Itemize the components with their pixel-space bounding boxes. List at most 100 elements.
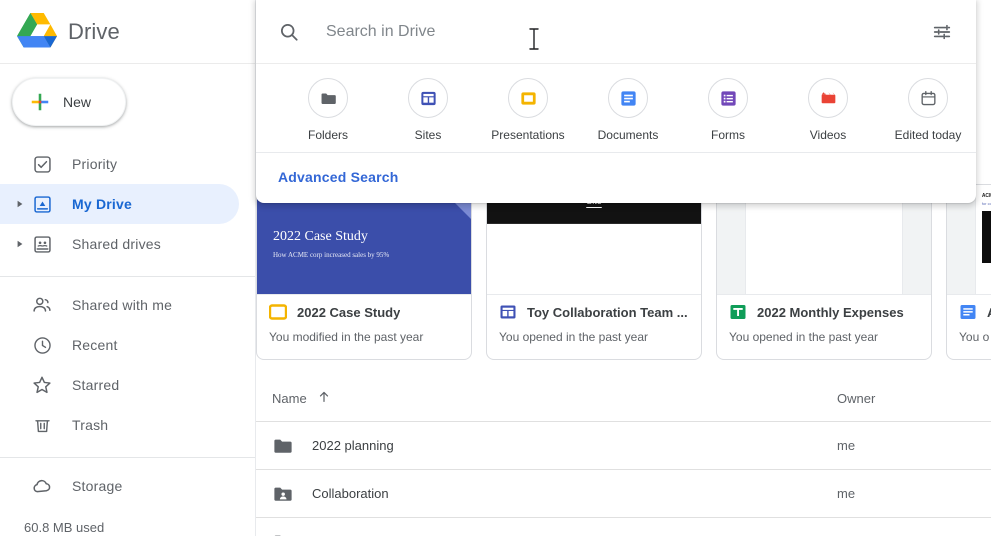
caret-placeholder bbox=[12, 144, 28, 184]
file-card[interactable]: 2022 Monthly Expenses You opened in the … bbox=[716, 184, 932, 360]
new-button[interactable]: New bbox=[12, 78, 126, 126]
search-filter-chips: Folders Sites bbox=[256, 64, 976, 152]
caret-placeholder bbox=[12, 405, 28, 445]
card-name-row: 2022 Case Study bbox=[269, 303, 459, 321]
sidebar-item-label: Shared drives bbox=[72, 236, 161, 252]
table-row[interactable]: Collaboration me bbox=[256, 470, 991, 518]
search-dropdown-panel: Folders Sites bbox=[256, 0, 976, 203]
sidebar-divider-2 bbox=[0, 457, 255, 458]
advanced-search-section: Advanced Search bbox=[256, 152, 976, 203]
brand-header[interactable]: Drive bbox=[0, 0, 255, 64]
sidebar-item-shared-with-me[interactable]: Shared with me bbox=[0, 285, 239, 325]
search-chip-label: Forms bbox=[711, 128, 745, 142]
search-chip-label: Folders bbox=[308, 128, 348, 142]
clock-icon bbox=[30, 325, 54, 365]
sidebar-item-label: Trash bbox=[72, 417, 108, 433]
shared-folder-icon bbox=[272, 483, 294, 505]
sidebar-item-label: Storage bbox=[72, 478, 122, 494]
column-header-name-label: Name bbox=[272, 391, 307, 406]
row-owner: me bbox=[837, 486, 855, 501]
thumb-doc-image bbox=[982, 211, 991, 263]
table-row[interactable]: 2022 planning me bbox=[256, 422, 991, 470]
google-docs-icon bbox=[959, 303, 977, 321]
search-chip-label: Presentations bbox=[491, 128, 564, 142]
row-owner: me bbox=[837, 438, 855, 453]
thumb-subtitle: How ACME corp increased sales by 95% bbox=[273, 251, 389, 259]
row-file-name: 2022 planning bbox=[312, 438, 394, 453]
card-meta: 2022 Monthly Expenses You opened in the … bbox=[717, 295, 931, 359]
trash-icon bbox=[30, 405, 54, 445]
thumb-title: 2022 Case Study bbox=[273, 229, 368, 245]
search-chip-folders[interactable]: Folders bbox=[278, 78, 378, 142]
sidebar-item-label: Recent bbox=[72, 337, 118, 353]
suggested-files-strip: 2022 Case Study How ACME corp increased … bbox=[256, 184, 991, 364]
sidebar-item-starred[interactable]: Starred bbox=[0, 365, 239, 405]
advanced-search-link[interactable]: Advanced Search bbox=[278, 169, 399, 185]
chevron-right-icon[interactable] bbox=[12, 184, 28, 224]
shared-drives-icon bbox=[30, 224, 54, 264]
chevron-right-icon[interactable] bbox=[12, 224, 28, 264]
sidebar-item-label: Shared with me bbox=[72, 297, 172, 313]
new-button-label: New bbox=[63, 94, 91, 110]
search-chip-presentations[interactable]: Presentations bbox=[478, 78, 578, 142]
my-drive-icon bbox=[30, 184, 54, 224]
card-activity-text: You o bbox=[959, 330, 991, 344]
card-file-name: A bbox=[987, 305, 991, 320]
file-card[interactable]: Toy Collaboration Team Site bbox=[486, 184, 702, 360]
sidebar-item-shared-drives[interactable]: Shared drives bbox=[0, 224, 239, 264]
thumb-page: ACME for collaboration bbox=[975, 185, 991, 294]
folder-icon bbox=[272, 531, 294, 536]
search-chip-videos[interactable]: Videos bbox=[778, 78, 878, 142]
star-icon bbox=[30, 365, 54, 405]
file-card[interactable]: 2022 Case Study How ACME corp increased … bbox=[256, 184, 472, 360]
plus-icon bbox=[29, 91, 51, 113]
caret-placeholder bbox=[12, 285, 28, 325]
sidebar-item-my-drive[interactable]: My Drive bbox=[0, 184, 239, 224]
file-list: Name Owner 2022 planning me bbox=[256, 376, 991, 536]
google-docs-icon bbox=[608, 78, 648, 118]
sidebar-item-label: My Drive bbox=[72, 196, 132, 212]
caret-placeholder bbox=[12, 466, 28, 506]
google-sheets-icon bbox=[729, 303, 747, 321]
calendar-icon bbox=[908, 78, 948, 118]
search-icon bbox=[278, 21, 300, 43]
search-input[interactable] bbox=[326, 23, 922, 41]
sidebar-divider bbox=[0, 276, 255, 277]
sidebar-item-priority[interactable]: Priority bbox=[0, 144, 239, 184]
card-file-name: Toy Collaboration Team ... bbox=[527, 305, 688, 320]
search-bar bbox=[256, 0, 976, 64]
column-header-owner[interactable]: Owner bbox=[837, 391, 875, 406]
search-chip-documents[interactable]: Documents bbox=[578, 78, 678, 142]
file-card[interactable]: ACME for collaboration bbox=[946, 184, 991, 360]
card-name-row: Toy Collaboration Team ... bbox=[499, 303, 689, 321]
sidebar-item-recent[interactable]: Recent bbox=[0, 325, 239, 365]
arrow-up-icon bbox=[317, 390, 331, 407]
column-header-name[interactable]: Name bbox=[272, 390, 331, 407]
caret-placeholder bbox=[12, 325, 28, 365]
card-meta: Toy Collaboration Team ... You opened in… bbox=[487, 295, 701, 359]
google-drive-logo bbox=[16, 13, 58, 51]
cloud-icon bbox=[30, 466, 54, 506]
sidebar-item-storage[interactable]: Storage bbox=[0, 466, 239, 506]
google-slides-icon bbox=[508, 78, 548, 118]
card-name-row: 2022 Monthly Expenses bbox=[729, 303, 919, 321]
priority-check-icon bbox=[30, 144, 54, 184]
card-meta: A You o bbox=[947, 295, 991, 359]
card-activity-text: You opened in the past year bbox=[499, 330, 689, 344]
search-chip-label: Edited today bbox=[895, 128, 962, 142]
search-chip-label: Videos bbox=[810, 128, 846, 142]
search-chip-edited-today[interactable]: Edited today bbox=[878, 78, 976, 142]
storage-used-text: 60.8 MB used bbox=[24, 520, 255, 535]
search-chip-forms[interactable]: Forms bbox=[678, 78, 778, 142]
tune-filter-icon[interactable] bbox=[922, 12, 962, 52]
search-chip-sites[interactable]: Sites bbox=[378, 78, 478, 142]
sidebar-item-trash[interactable]: Trash bbox=[0, 405, 239, 445]
sidebar: Drive New bbox=[0, 0, 256, 536]
video-clapperboard-icon bbox=[808, 78, 848, 118]
card-meta: 2022 Case Study You modified in the past… bbox=[257, 295, 471, 359]
google-drive-app: Drive New bbox=[0, 0, 991, 536]
google-forms-icon bbox=[708, 78, 748, 118]
folder-icon bbox=[272, 435, 294, 457]
sidebar-item-label: Starred bbox=[72, 377, 119, 393]
table-row[interactable] bbox=[256, 518, 991, 536]
